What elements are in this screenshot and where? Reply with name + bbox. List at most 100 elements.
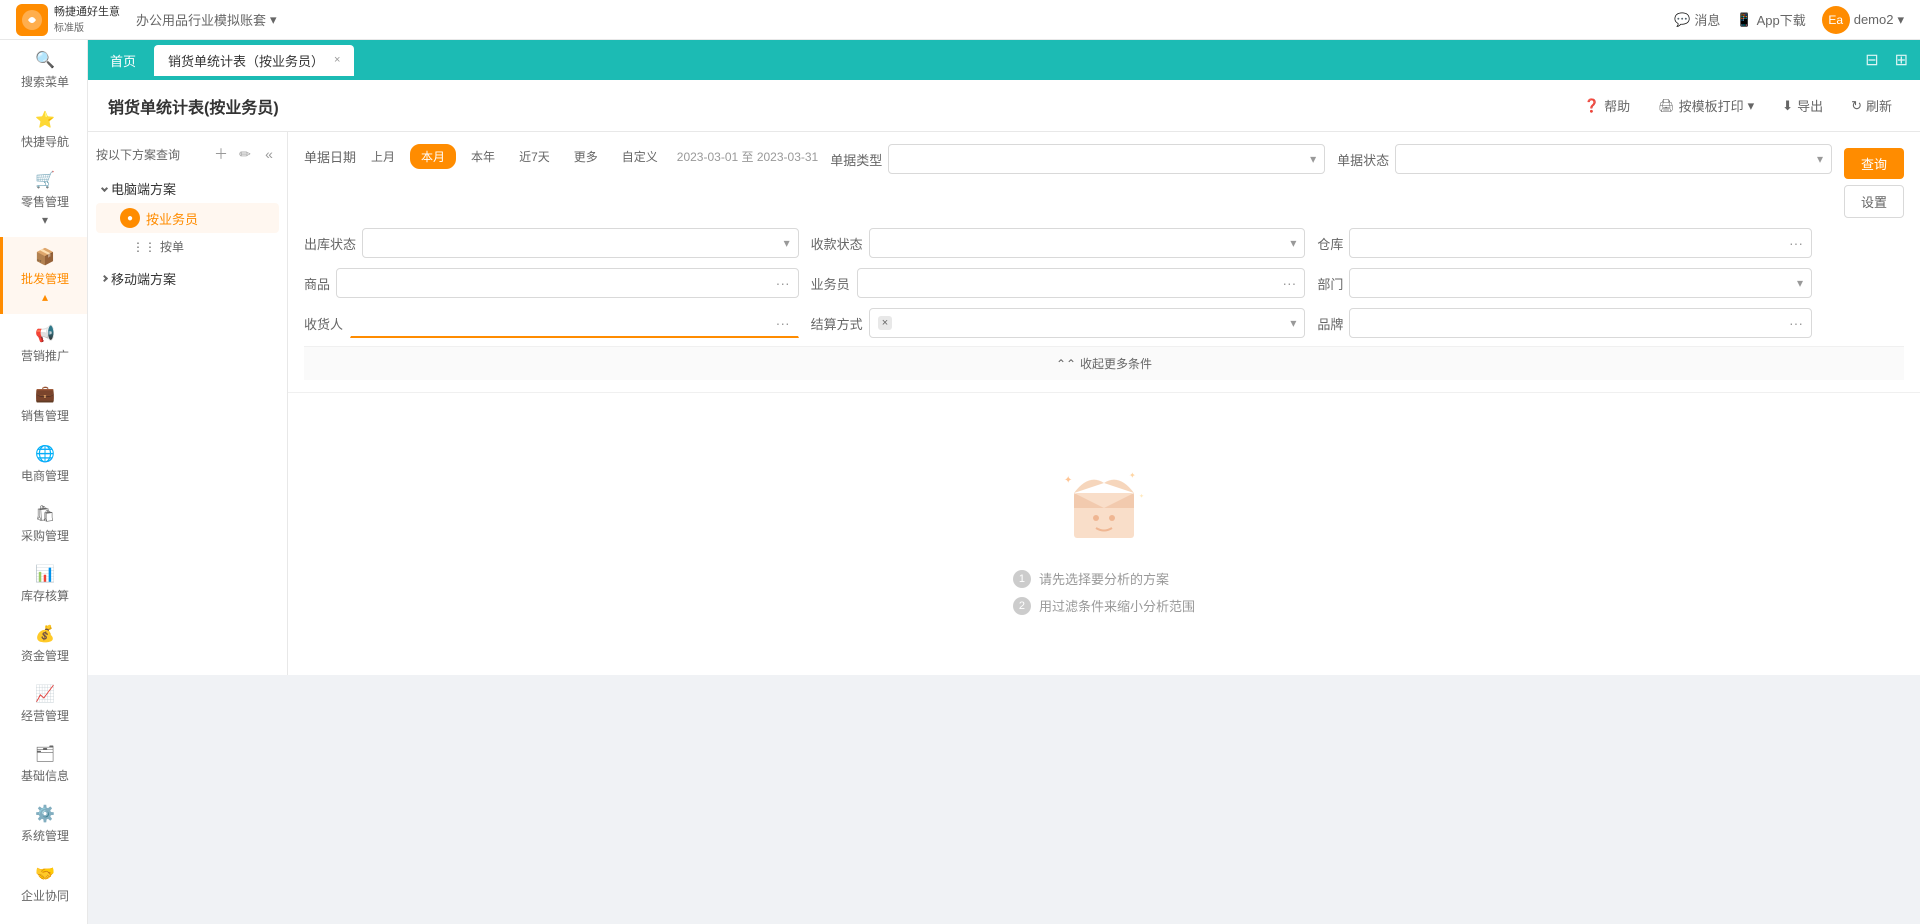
settlement-select[interactable]: × ▾ [869, 308, 1306, 338]
print-icon: 🖨 [1658, 98, 1675, 114]
sidebar-item-retail[interactable]: 🛒 零售管理 ▾ [0, 160, 87, 237]
tip-num-1: 1 [1013, 570, 1031, 588]
tab-active[interactable]: 销货单统计表（按业务员） × [154, 45, 354, 76]
tab-minimize-button[interactable]: ⊟ [1861, 46, 1882, 74]
sidebar: 🔍 搜索菜单 ⭐ 快捷导航 🛒 零售管理 ▾ 📦 批发管理 ▴ 📢 营销推广 [0, 40, 88, 924]
right-panel: 单据日期 上月 本月 本年 近7天 更多 自定义 [288, 132, 1920, 675]
goods-select[interactable]: ··· [336, 268, 799, 298]
content-area: 首页 销货单统计表（按业务员） × ⊟ ⊞ 销货单统计表(按业务员) ❓ [88, 40, 1920, 924]
expand-icon: ▾ [42, 213, 48, 227]
print-label: 按模板打印 [1679, 96, 1744, 115]
print-button[interactable]: 🖨 按模板打印 ▾ [1650, 92, 1762, 119]
sidebar-label-sales: 销售管理 [21, 407, 69, 424]
message-button[interactable]: 💬 消息 [1674, 10, 1720, 29]
ecommerce-icon: 🌐 [35, 444, 55, 464]
tree-parent-mobile-label: 移动端方案 [111, 269, 176, 288]
sidebar-label-basics: 基础信息 [21, 767, 69, 784]
sidebar-item-purchase[interactable]: 🛍 采购管理 [0, 494, 87, 554]
sidebar-item-basics[interactable]: 🗂 基础信息 [0, 734, 87, 794]
expand-icon2: ▴ [42, 290, 48, 304]
help-button[interactable]: ❓ 帮助 [1576, 92, 1638, 119]
sidebar-label-operation: 经营管理 [21, 707, 69, 724]
warehouse-select[interactable]: ··· [1349, 228, 1812, 258]
add-scheme-button[interactable]: ＋ [211, 144, 231, 164]
search-icon: 🔍 [35, 50, 55, 70]
tab-close-button[interactable]: × [334, 54, 340, 66]
app-download-button[interactable]: 📱 App下载 [1736, 10, 1805, 29]
top-bar-left: 畅捷通好生意 标准版 办公用品行业模拟账套 ▾ [16, 4, 285, 36]
doc-type-select[interactable]: ▾ [888, 144, 1325, 174]
salesperson-label: 业务员 [811, 274, 851, 293]
top-bar: 畅捷通好生意 标准版 办公用品行业模拟账套 ▾ 💬 消息 📱 App下载 Ea [0, 0, 1920, 40]
warehouse-dots-icon: ··· [1789, 235, 1803, 251]
collapse-panel-button[interactable]: « [259, 144, 279, 164]
phone-icon: 📱 [1736, 12, 1752, 28]
sidebar-label-finance: 资金管理 [21, 647, 69, 664]
sidebar-item-newbie[interactable]: 🚀 新手引导 [0, 914, 87, 924]
settlement-clear-icon[interactable]: × [878, 316, 892, 330]
sidebar-item-inventory[interactable]: 📊 库存核算 [0, 554, 87, 614]
date-btn-custom[interactable]: 自定义 [613, 144, 667, 169]
user-chevron-icon: ▾ [1897, 12, 1904, 28]
sidebar-item-operation[interactable]: 📈 经营管理 [0, 674, 87, 734]
brand-select[interactable]: ··· [1349, 308, 1812, 338]
tree-child-salesperson[interactable]: ● 按业务员 [96, 203, 279, 233]
tab-maximize-button[interactable]: ⊞ [1891, 46, 1912, 74]
doc-type-arrow-icon: ▾ [1310, 152, 1316, 166]
app-selector[interactable]: 办公用品行业模拟账套 ▾ [128, 6, 285, 33]
user-menu[interactable]: Ea demo2 ▾ [1822, 6, 1904, 34]
left-panel-title: 按以下方案查询 [96, 146, 180, 163]
sidebar-item-system[interactable]: ⚙️ 系统管理 [0, 794, 87, 854]
out-status-select[interactable]: ▾ [362, 228, 799, 258]
svg-text:✦: ✦ [1129, 471, 1136, 480]
query-button[interactable]: 查询 [1844, 148, 1904, 179]
date-btn-7days[interactable]: 近7天 [510, 144, 559, 169]
page-header-actions: ❓ 帮助 🖨 按模板打印 ▾ ⬇ 导出 ↻ [1576, 92, 1900, 119]
export-button[interactable]: ⬇ 导出 [1774, 92, 1831, 119]
sidebar-item-ecommerce[interactable]: 🌐 电商管理 [0, 434, 87, 494]
tree-parent-pc[interactable]: 电脑端方案 [96, 174, 279, 203]
purchase-icon: 🛍 [35, 504, 55, 524]
logo-text-area: 畅捷通好生意 标准版 [54, 5, 120, 34]
tree-sub-order-label: 按单 [160, 238, 184, 255]
sidebar-item-search[interactable]: 🔍 搜索菜单 [0, 40, 87, 100]
sidebar-item-marketing[interactable]: 📢 营销推广 [0, 314, 87, 374]
wholesale-icon: 📦 [35, 247, 55, 267]
doc-status-label: 单据状态 [1337, 150, 1389, 169]
sidebar-label-shortcut: 快捷导航 [21, 133, 69, 150]
receiver-input[interactable]: ··· [350, 308, 799, 338]
date-btn-thisyear[interactable]: 本年 [462, 144, 504, 169]
dept-select[interactable]: ▾ [1349, 268, 1812, 298]
date-btn-thismonth[interactable]: 本月 [410, 144, 456, 169]
tab-home[interactable]: 首页 [96, 45, 150, 76]
sidebar-item-enterprise[interactable]: 🤝 企业协同 [0, 854, 87, 914]
sidebar-item-sales[interactable]: 💼 销售管理 [0, 374, 87, 434]
tab-bar: 首页 销货单统计表（按业务员） × ⊟ ⊞ [88, 40, 1920, 80]
collapse-filters-button[interactable]: ⌃⌃ 收起更多条件 [304, 346, 1904, 380]
sidebar-item-wholesale[interactable]: 📦 批发管理 ▴ [0, 237, 87, 314]
tree-sub-by-order[interactable]: ⋮⋮ 按单 [96, 233, 279, 260]
enterprise-icon: 🤝 [35, 864, 55, 884]
app-selector-text: 办公用品行业模拟账套 [136, 10, 266, 29]
sidebar-item-shortcut[interactable]: ⭐ 快捷导航 [0, 100, 87, 160]
date-btn-lastmonth[interactable]: 上月 [362, 144, 404, 169]
salesperson-select[interactable]: ··· [857, 268, 1306, 298]
export-icon: ⬇ [1782, 98, 1793, 114]
settings-button[interactable]: 设置 [1844, 185, 1904, 218]
tip-num-2: 2 [1013, 597, 1031, 615]
edit-scheme-button[interactable]: ✏ [235, 144, 255, 164]
tree-section-mobile: 移动端方案 [96, 264, 279, 293]
date-btn-more[interactable]: 更多 [565, 144, 607, 169]
sidebar-item-finance[interactable]: 💰 资金管理 [0, 614, 87, 674]
collect-status-select[interactable]: ▾ [869, 228, 1306, 258]
tree-parent-mobile[interactable]: 移动端方案 [96, 264, 279, 293]
help-icon: ❓ [1584, 98, 1600, 114]
logo-icon [16, 4, 48, 36]
empty-tip-2: 2 用过滤条件来缩小分析范围 [1013, 596, 1195, 615]
goods-label: 商品 [304, 274, 330, 293]
refresh-button[interactable]: ↻ 刷新 [1843, 92, 1900, 119]
sidebar-label-purchase: 采购管理 [21, 527, 69, 544]
retail-icon: 🛒 [35, 170, 55, 190]
export-label: 导出 [1797, 96, 1823, 115]
doc-status-select[interactable]: ▾ [1395, 144, 1832, 174]
